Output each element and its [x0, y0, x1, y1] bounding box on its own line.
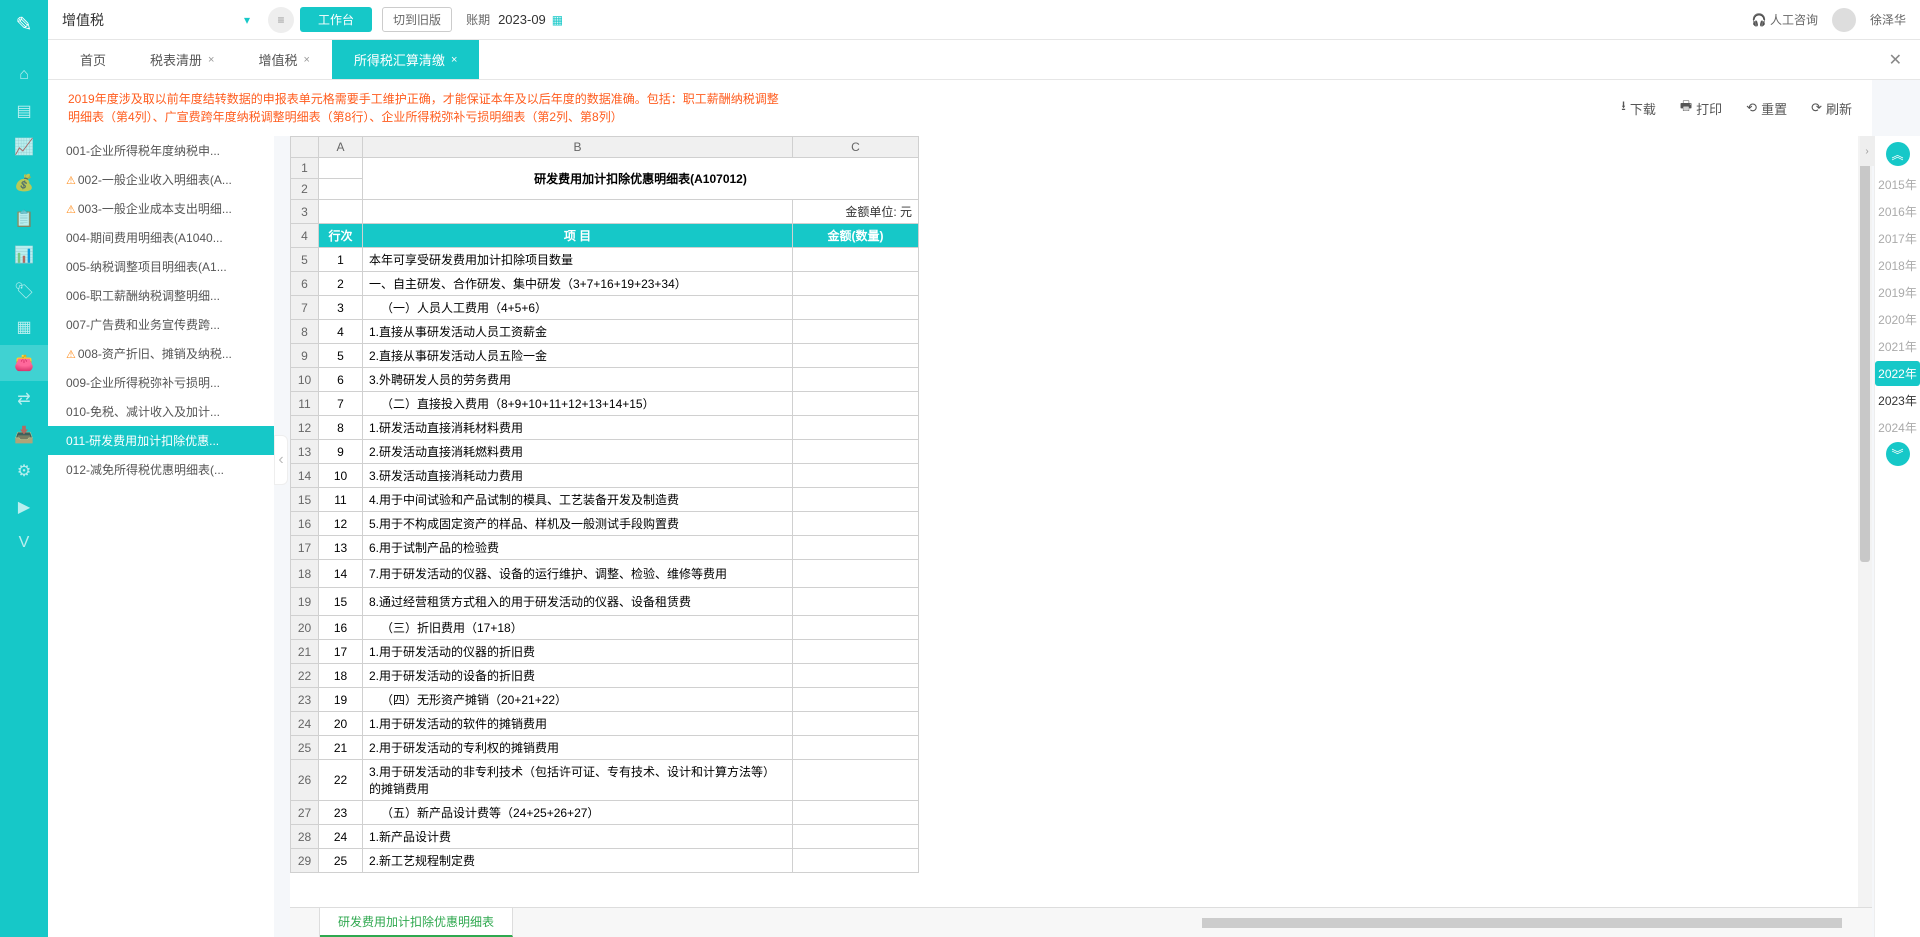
year-2018年[interactable]: 2018年: [1875, 253, 1920, 278]
nav-home-icon[interactable]: ⌂: [0, 57, 48, 93]
form-item[interactable]: 012-减免所得税优惠明细表(...: [48, 455, 274, 484]
nav-chart-icon[interactable]: 📈: [0, 129, 48, 165]
year-2024年[interactable]: 2024年: [1875, 415, 1920, 440]
reset-button[interactable]: ⟲ 重置: [1746, 97, 1787, 119]
list-toggle-button[interactable]: ≡: [268, 7, 294, 33]
sheet-footer: 研发费用加计扣除优惠明细表: [290, 907, 1872, 937]
year-2023年[interactable]: 2023年: [1875, 388, 1920, 413]
app-logo: ✎: [16, 12, 33, 37]
workbench-button[interactable]: 工作台: [300, 7, 372, 32]
period-label: 账期: [466, 11, 490, 28]
form-item[interactable]: 001-企业所得税年度纳税申...: [48, 136, 274, 165]
top-header: 增值税 ▾ ≡ 工作台 切到旧版 账期 2023-09 ▦ 🎧 人工咨询 徐泽华: [48, 0, 1920, 40]
year-up-button[interactable]: ︽: [1886, 142, 1910, 166]
switch-old-button[interactable]: 切到旧版: [382, 7, 452, 32]
form-item[interactable]: 005-纳税调整项目明细表(A1...: [48, 252, 274, 281]
calendar-icon[interactable]: ▦: [552, 13, 563, 27]
close-icon[interactable]: ×: [451, 54, 457, 66]
module-select[interactable]: 增值税 ▾: [62, 10, 250, 30]
refresh-button[interactable]: ⟳ 刷新: [1811, 97, 1852, 119]
form-item[interactable]: 010-免税、减计收入及加计...: [48, 397, 274, 426]
form-item[interactable]: ⚠002-一般企业收入明细表(A...: [48, 165, 274, 194]
left-nav: ✎ ⌂ ▤ 📈 💰 📋 📊 🏷 ▦ 👛 ⇄ 📥 ⚙ ▶ V: [0, 0, 48, 937]
warning-text: 2019年度涉及取以前年度结转数据的申报表单元格需要手工维护正确，才能保证本年及…: [68, 90, 788, 126]
download-button[interactable]: ⭳ 下载: [1621, 97, 1656, 119]
nav-doc-icon[interactable]: ▤: [0, 93, 48, 129]
spreadsheet-area: ABC1研发费用加计扣除优惠明细表(A107012)23金额单位: 元4行次项 …: [290, 136, 1872, 937]
form-item[interactable]: 004-期间费用明细表(A1040...: [48, 223, 274, 252]
year-2015年[interactable]: 2015年: [1875, 172, 1920, 197]
year-2020年[interactable]: 2020年: [1875, 307, 1920, 332]
expand-right-button[interactable]: ›: [1860, 136, 1874, 166]
tab-首页[interactable]: 首页: [58, 40, 128, 79]
collapse-sidebar-button[interactable]: ‹: [274, 435, 288, 485]
period-value[interactable]: 2023-09: [498, 12, 546, 27]
nav-video-icon[interactable]: ▶: [0, 489, 48, 525]
close-icon[interactable]: ×: [303, 54, 309, 66]
vertical-scrollbar[interactable]: [1858, 136, 1872, 907]
year-2022年[interactable]: 2022年: [1875, 361, 1920, 386]
tab-所得税汇算清缴[interactable]: 所得税汇算清缴×: [332, 40, 479, 79]
form-item[interactable]: ⚠003-一般企业成本支出明细...: [48, 194, 274, 223]
form-list: 001-企业所得税年度纳税申...⚠002-一般企业收入明细表(A...⚠003…: [48, 136, 274, 937]
tab-bar: 首页税表清册×增值税×所得税汇算清缴× ✕: [48, 40, 1920, 80]
sheet-tab[interactable]: 研发费用加计扣除优惠明细表: [320, 908, 513, 937]
year-2016年[interactable]: 2016年: [1875, 199, 1920, 224]
nav-calendar-icon[interactable]: ▦: [0, 309, 48, 345]
nav-transfer-icon[interactable]: ⇄: [0, 381, 48, 417]
tab-增值税[interactable]: 增值税×: [236, 40, 331, 79]
module-label: 增值税: [62, 10, 104, 30]
nav-settings-icon[interactable]: ⚙: [0, 453, 48, 489]
year-2017年[interactable]: 2017年: [1875, 226, 1920, 251]
chevron-down-icon: ▾: [244, 13, 250, 27]
nav-archive-icon[interactable]: 📥: [0, 417, 48, 453]
print-button[interactable]: 🖶 打印: [1680, 97, 1722, 119]
close-all-tabs-button[interactable]: ✕: [1871, 40, 1920, 79]
username[interactable]: 徐泽华: [1870, 11, 1906, 28]
warn-icon: ⚠: [66, 175, 76, 187]
horizontal-scrollbar[interactable]: [1202, 918, 1842, 928]
form-item[interactable]: ⚠008-资产折旧、摊销及纳税...: [48, 339, 274, 368]
nav-v-icon[interactable]: V: [0, 525, 48, 561]
form-item[interactable]: 009-企业所得税弥补亏损明...: [48, 368, 274, 397]
form-item[interactable]: 007-广告费和业务宣传费跨...: [48, 310, 274, 339]
tab-税表清册[interactable]: 税表清册×: [128, 40, 236, 79]
nav-clipboard-icon[interactable]: 📋: [0, 201, 48, 237]
warn-icon: ⚠: [66, 204, 76, 216]
avatar[interactable]: [1832, 8, 1856, 32]
spreadsheet-table[interactable]: ABC1研发费用加计扣除优惠明细表(A107012)23金额单位: 元4行次项 …: [290, 136, 919, 873]
year-strip: ︽ 2015年2016年2017年2018年2019年2020年2021年202…: [1874, 136, 1920, 937]
warn-icon: ⚠: [66, 349, 76, 361]
nav-report-icon[interactable]: 📊: [0, 237, 48, 273]
form-item[interactable]: 006-职工薪酬纳税调整明细...: [48, 281, 274, 310]
year-down-button[interactable]: ︾: [1886, 442, 1910, 466]
nav-tax-icon[interactable]: 👛: [0, 345, 48, 381]
nav-money-icon[interactable]: 💰: [0, 165, 48, 201]
close-icon[interactable]: ×: [208, 54, 214, 66]
form-item[interactable]: 011-研发费用加计扣除优惠...: [48, 426, 274, 455]
year-2021年[interactable]: 2021年: [1875, 334, 1920, 359]
year-2019年[interactable]: 2019年: [1875, 280, 1920, 305]
toolbar-row: 2019年度涉及取以前年度结转数据的申报表单元格需要手工维护正确，才能保证本年及…: [48, 80, 1872, 136]
consult-link[interactable]: 🎧 人工咨询: [1752, 11, 1818, 28]
nav-asset-icon[interactable]: 🏷: [0, 273, 48, 309]
